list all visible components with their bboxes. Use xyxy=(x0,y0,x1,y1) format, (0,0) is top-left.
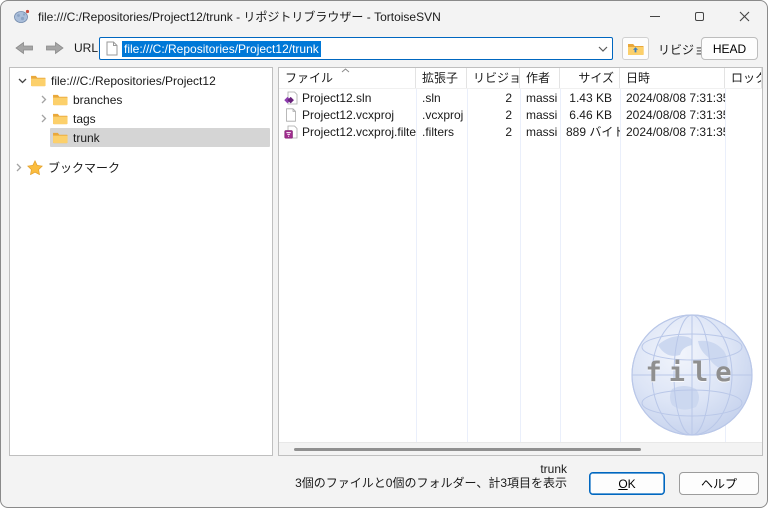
column-gridline xyxy=(620,89,621,442)
tree-item-repository-root[interactable]: file:///C:/Repositories/Project12 xyxy=(10,71,272,90)
file-name: Project12.vcxproj.filters xyxy=(302,124,416,139)
help-button[interactable]: ヘルプ xyxy=(679,472,759,495)
file-revision: 2 xyxy=(505,107,512,122)
back-arrow-icon xyxy=(15,41,33,54)
document-icon xyxy=(106,41,118,56)
tree-item-label: trunk xyxy=(73,130,100,145)
folder-icon xyxy=(53,113,68,125)
chevron-right-icon[interactable] xyxy=(38,114,50,123)
column-gridline xyxy=(467,89,468,442)
column-gridline xyxy=(560,89,561,442)
file-author: massi xyxy=(526,90,558,105)
url-input-value[interactable]: file:///C:/Repositories/Project12/trunk xyxy=(122,40,321,57)
file-date: 2024/08/08 7:31:35 xyxy=(626,107,725,122)
column-gridline xyxy=(416,89,417,442)
file-protocol-watermark: file xyxy=(628,311,756,439)
selected-folder-label: trunk xyxy=(540,462,567,476)
tree-item-label: file:///C:/Repositories/Project12 xyxy=(51,73,216,88)
file-author: massi xyxy=(526,107,558,122)
visual-studio-solution-icon xyxy=(284,91,298,104)
tree-item-bookmarks[interactable]: ブックマーク xyxy=(10,158,272,177)
chevron-right-icon[interactable] xyxy=(38,95,50,104)
folder-up-icon xyxy=(628,43,644,55)
horizontal-scrollbar-thumb[interactable] xyxy=(294,448,641,451)
window-title: file:///C:/Repositories/Project12/trunk … xyxy=(38,9,441,24)
status-block: trunk 3個のファイルと0個のフォルダー、計3項目を表示 xyxy=(256,462,567,490)
file-date: 2024/08/08 7:31:35 xyxy=(626,90,725,105)
repository-browser-window: file:///C:/Repositories/Project12/trunk … xyxy=(0,0,768,508)
maximize-button[interactable] xyxy=(677,1,722,31)
minimize-button[interactable] xyxy=(632,1,677,31)
file-revision: 2 xyxy=(505,90,512,105)
bookmark-star-icon xyxy=(27,160,43,175)
file-revision: 2 xyxy=(505,124,512,139)
chevron-right-icon[interactable] xyxy=(13,163,25,172)
file-list-panel: ファイル 拡張子 リビジョン 作者 サイズ 日時 ロック Project12.s… xyxy=(278,67,763,456)
tortoisesvn-app-icon xyxy=(14,9,30,23)
column-header-author[interactable]: 作者 xyxy=(520,68,560,88)
sort-ascending-icon xyxy=(341,68,350,73)
filters-file-icon xyxy=(284,125,298,139)
column-gridline xyxy=(520,89,521,442)
chevron-down-icon[interactable] xyxy=(598,46,608,52)
tree-item-tags[interactable]: tags xyxy=(10,109,272,128)
file-ext: .filters xyxy=(422,124,455,139)
url-combobox[interactable]: file:///C:/Repositories/Project12/trunk xyxy=(99,37,613,60)
file-size: 889 バイト xyxy=(566,125,620,139)
item-count-status: 3個のファイルと0個のフォルダー、計3項目を表示 xyxy=(295,476,567,490)
go-up-folder-button[interactable] xyxy=(622,37,649,60)
file-name: Project12.vcxproj xyxy=(302,107,395,122)
maximize-icon xyxy=(695,11,704,21)
column-header-date[interactable]: 日時 xyxy=(620,68,725,88)
document-icon xyxy=(286,107,296,122)
tree-item-label: branches xyxy=(73,92,123,107)
close-icon xyxy=(739,11,750,21)
tree-item-branches[interactable]: branches xyxy=(10,90,272,109)
folder-icon xyxy=(31,75,46,87)
back-button[interactable] xyxy=(12,36,37,59)
horizontal-scrollbar[interactable] xyxy=(279,442,762,455)
chevron-down-icon[interactable] xyxy=(16,78,28,84)
minimize-icon xyxy=(649,15,660,17)
toolbar: URL: file:///C:/Repositories/Project12/t… xyxy=(1,32,767,64)
tree-item-trunk-selected[interactable]: trunk xyxy=(10,128,272,147)
column-header-revision[interactable]: リビジョン xyxy=(467,68,520,88)
column-header-extension[interactable]: 拡張子 xyxy=(416,68,467,88)
revision-head-button[interactable]: HEAD xyxy=(701,37,758,60)
column-header-lock[interactable]: ロック xyxy=(725,68,762,88)
tree-item-label: ブックマーク xyxy=(48,161,121,175)
forward-arrow-icon xyxy=(46,41,64,54)
tree-item-label: tags xyxy=(73,111,96,126)
file-size: 1.43 KB xyxy=(569,90,612,105)
folder-icon xyxy=(53,94,68,106)
file-date: 2024/08/08 7:31:35 xyxy=(626,124,725,139)
repository-tree: file:///C:/Repositories/Project12 branch… xyxy=(9,67,273,456)
file-size: 6.46 KB xyxy=(569,107,612,122)
file-ext: .vcxproj xyxy=(422,107,464,122)
folder-icon xyxy=(53,132,68,144)
url-label: URL: xyxy=(74,41,102,55)
watermark-label: file xyxy=(645,357,739,389)
file-name: Project12.sln xyxy=(302,90,372,105)
file-ext: .sln xyxy=(422,90,441,105)
caption-buttons xyxy=(632,1,767,31)
column-header-size[interactable]: サイズ xyxy=(560,68,620,88)
tree-selection-highlight: trunk xyxy=(50,128,270,147)
forward-button[interactable] xyxy=(42,36,67,59)
file-author: massi xyxy=(526,124,558,139)
close-button[interactable] xyxy=(722,1,767,31)
list-header: ファイル 拡張子 リビジョン 作者 サイズ 日時 ロック xyxy=(279,68,762,89)
ok-button[interactable]: OK xyxy=(589,472,665,495)
titlebar[interactable]: file:///C:/Repositories/Project12/trunk … xyxy=(1,1,767,31)
